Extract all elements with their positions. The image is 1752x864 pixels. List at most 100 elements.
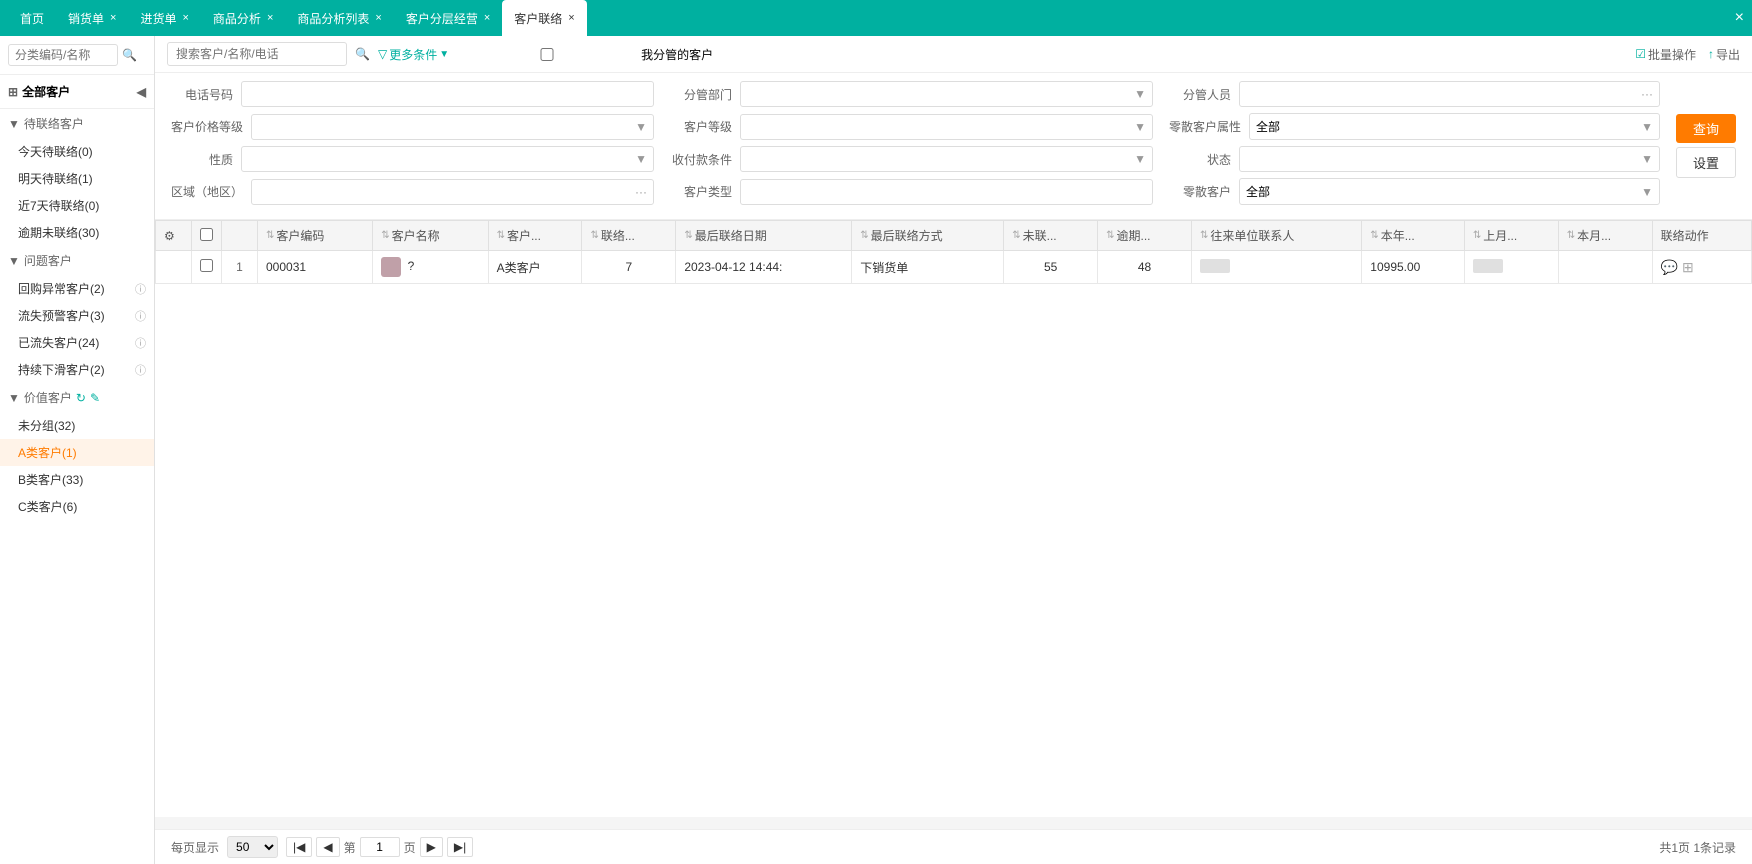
sidebar-group-pending[interactable]: ▼ 待联络客户 [0, 109, 154, 138]
sidebar-item-class-c[interactable]: C类客户(6) [0, 493, 154, 520]
filter-search-input[interactable] [167, 42, 347, 66]
sidebar-item-overdue[interactable]: 逾期未联络(30) [0, 219, 154, 246]
last-page-button[interactable]: ▶| [447, 837, 473, 857]
scrollbar-inner [155, 817, 1752, 818]
last-method-value[interactable]: 下销货单 [860, 261, 908, 275]
sidebar-item-repurchase-abnormal[interactable]: 回购异常客户(2) ⓘ [0, 275, 154, 302]
status-select[interactable]: ▼ [1239, 146, 1660, 172]
close-sales-icon[interactable]: × [110, 12, 116, 24]
dept-select[interactable]: ▼ [740, 81, 1153, 107]
close-customer-mgmt-icon[interactable]: × [484, 12, 490, 24]
chevron-nature-icon: ▼ [635, 152, 647, 166]
my-customers-checkbox[interactable]: 我分管的客户 [457, 46, 713, 63]
settings-gear-icon[interactable]: ⚙ [164, 229, 175, 243]
chat-action-icon[interactable]: 💬 [1661, 259, 1678, 276]
row-checkbox[interactable] [200, 259, 213, 272]
sidebar-item-churn-warning[interactable]: 流失预警客户(3) ⓘ [0, 302, 154, 329]
sidebar-item-7days[interactable]: 近7天待联络(0) [0, 192, 154, 219]
col-settings: ⚙ [156, 221, 192, 251]
cell-last-method: 下销货单 [852, 251, 1004, 284]
nav-analysis[interactable]: 商品分析 × [201, 0, 285, 36]
my-customers-check[interactable] [457, 48, 637, 61]
select-all-checkbox[interactable] [200, 228, 213, 241]
sidebar-search-icon[interactable]: 🔍 [122, 48, 137, 62]
price-grade-select[interactable]: ▼ [251, 114, 654, 140]
close-analysis-icon[interactable]: × [267, 12, 273, 24]
edit-icon[interactable]: ✎ [90, 391, 100, 405]
batch-check-icon: ☑ [1635, 47, 1646, 61]
close-customer-contact-icon[interactable]: × [568, 12, 574, 24]
phone-input[interactable] [241, 81, 654, 107]
close-all-button[interactable]: × [1735, 9, 1744, 27]
sidebar-item-class-b[interactable]: B类客户(33) [0, 466, 154, 493]
sort-icon-contact[interactable]: ⇅ [590, 230, 598, 241]
chevron-retail-customer-icon: ▼ [1641, 185, 1653, 199]
manager-label: 分管人员 [1169, 86, 1239, 103]
sidebar-item-class-a[interactable]: A类客户(1) [0, 439, 154, 466]
sort-icon-this-month[interactable]: ⇅ [1567, 230, 1575, 241]
sidebar-all-customers[interactable]: ⊞ 全部客户 ◀ [0, 75, 154, 109]
arrow-down-icon: ▼ [8, 117, 20, 131]
close-purchase-icon[interactable]: × [182, 12, 188, 24]
filter-search-icon[interactable]: 🔍 [355, 47, 370, 61]
this-year-value: 10995.00 [1370, 260, 1420, 274]
sort-icon-this-year[interactable]: ⇅ [1370, 230, 1378, 241]
nav-customer-mgmt[interactable]: 客户分层经营 × [394, 0, 502, 36]
sort-icon-contact-person[interactable]: ⇅ [1200, 230, 1208, 241]
query-button[interactable]: 查询 [1676, 114, 1736, 143]
sidebar-item-today[interactable]: 今天待联络(0) [0, 138, 154, 165]
nature-select[interactable]: ▼ [241, 146, 654, 172]
payment-select[interactable]: ▼ [740, 146, 1153, 172]
retail-customer-select[interactable]: 全部 ▼ [1239, 178, 1660, 205]
cell-name[interactable]: ? [373, 251, 488, 284]
sort-icon-code[interactable]: ⇅ [266, 230, 274, 241]
sort-icon-last-date[interactable]: ⇅ [684, 230, 692, 241]
page-label: 第 [344, 839, 356, 856]
export-label: 导出 [1716, 46, 1740, 63]
setting-button[interactable]: 设置 [1676, 147, 1736, 178]
sidebar-collapse-icon[interactable]: ◀ [137, 85, 146, 99]
adv-filter-action-buttons: 查询 设置 [1668, 81, 1736, 211]
adv-nature-field: 性质 ▼ [171, 146, 670, 172]
sort-icon-last-method[interactable]: ⇅ [860, 230, 868, 241]
nav-analysis-list[interactable]: 商品分析列表 × [285, 0, 393, 36]
customer-type-input[interactable] [740, 179, 1153, 205]
sort-icon-name[interactable]: ⇅ [381, 230, 389, 241]
sidebar-class-c-label: C类客户(6) [18, 498, 77, 515]
page-input[interactable] [360, 837, 400, 857]
adv-filter-row-3: 性质 ▼ 收付款条件 ▼ 状态 [171, 146, 1668, 172]
sidebar-item-declining[interactable]: 持续下滑客户(2) ⓘ [0, 356, 154, 383]
sidebar-search-input[interactable] [8, 44, 118, 66]
filter-right: ☑ 批量操作 ↑ 导出 [1635, 46, 1740, 63]
col-code: ⇅ 客户编码 [258, 221, 373, 251]
sidebar-item-unclassified[interactable]: 未分组(32) [0, 412, 154, 439]
nav-customer-contact[interactable]: 客户联络 × [502, 0, 586, 36]
sort-icon-overdue[interactable]: ⇅ [1106, 230, 1114, 241]
more-filters-button[interactable]: ▽ 更多条件 ▼ [378, 46, 449, 63]
sort-icon-level[interactable]: ⇅ [497, 230, 505, 241]
refresh-icon[interactable]: ↻ [76, 391, 86, 405]
nav-purchase[interactable]: 进货单 × [128, 0, 200, 36]
sidebar-group-value[interactable]: ▼ 价值客户 ↻ ✎ [0, 383, 154, 412]
manager-input[interactable]: ··· [1239, 81, 1660, 107]
close-analysis-list-icon[interactable]: × [375, 12, 381, 24]
prev-page-button[interactable]: ◀ [316, 837, 339, 857]
sort-icon-last-month[interactable]: ⇅ [1473, 230, 1481, 241]
export-button[interactable]: ↑ 导出 [1708, 46, 1740, 63]
customer-grade-select[interactable]: ▼ [740, 114, 1153, 140]
batch-operation-button[interactable]: ☑ 批量操作 [1635, 46, 1696, 63]
region-input[interactable]: ··· [251, 179, 654, 205]
nav-sales[interactable]: 销货单 × [56, 0, 128, 36]
sidebar-item-churned[interactable]: 已流失客户(24) ⓘ [0, 329, 154, 356]
sidebar-item-tomorrow[interactable]: 明天待联络(1) [0, 165, 154, 192]
horizontal-scrollbar[interactable] [155, 817, 1752, 829]
sort-icon-not-contact[interactable]: ⇅ [1012, 230, 1020, 241]
sidebar-group-problem[interactable]: ▼ 问题客户 [0, 246, 154, 275]
grid-action-icon[interactable]: ⊞ [1682, 259, 1694, 276]
next-page-button[interactable]: ▶ [420, 837, 443, 857]
cell-settings [156, 251, 192, 284]
per-page-select[interactable]: 50 100 200 [227, 836, 278, 858]
nav-home[interactable]: 首页 [8, 0, 56, 36]
retail-attr-select[interactable]: 全部 ▼ [1249, 113, 1660, 140]
first-page-button[interactable]: |◀ [286, 837, 312, 857]
